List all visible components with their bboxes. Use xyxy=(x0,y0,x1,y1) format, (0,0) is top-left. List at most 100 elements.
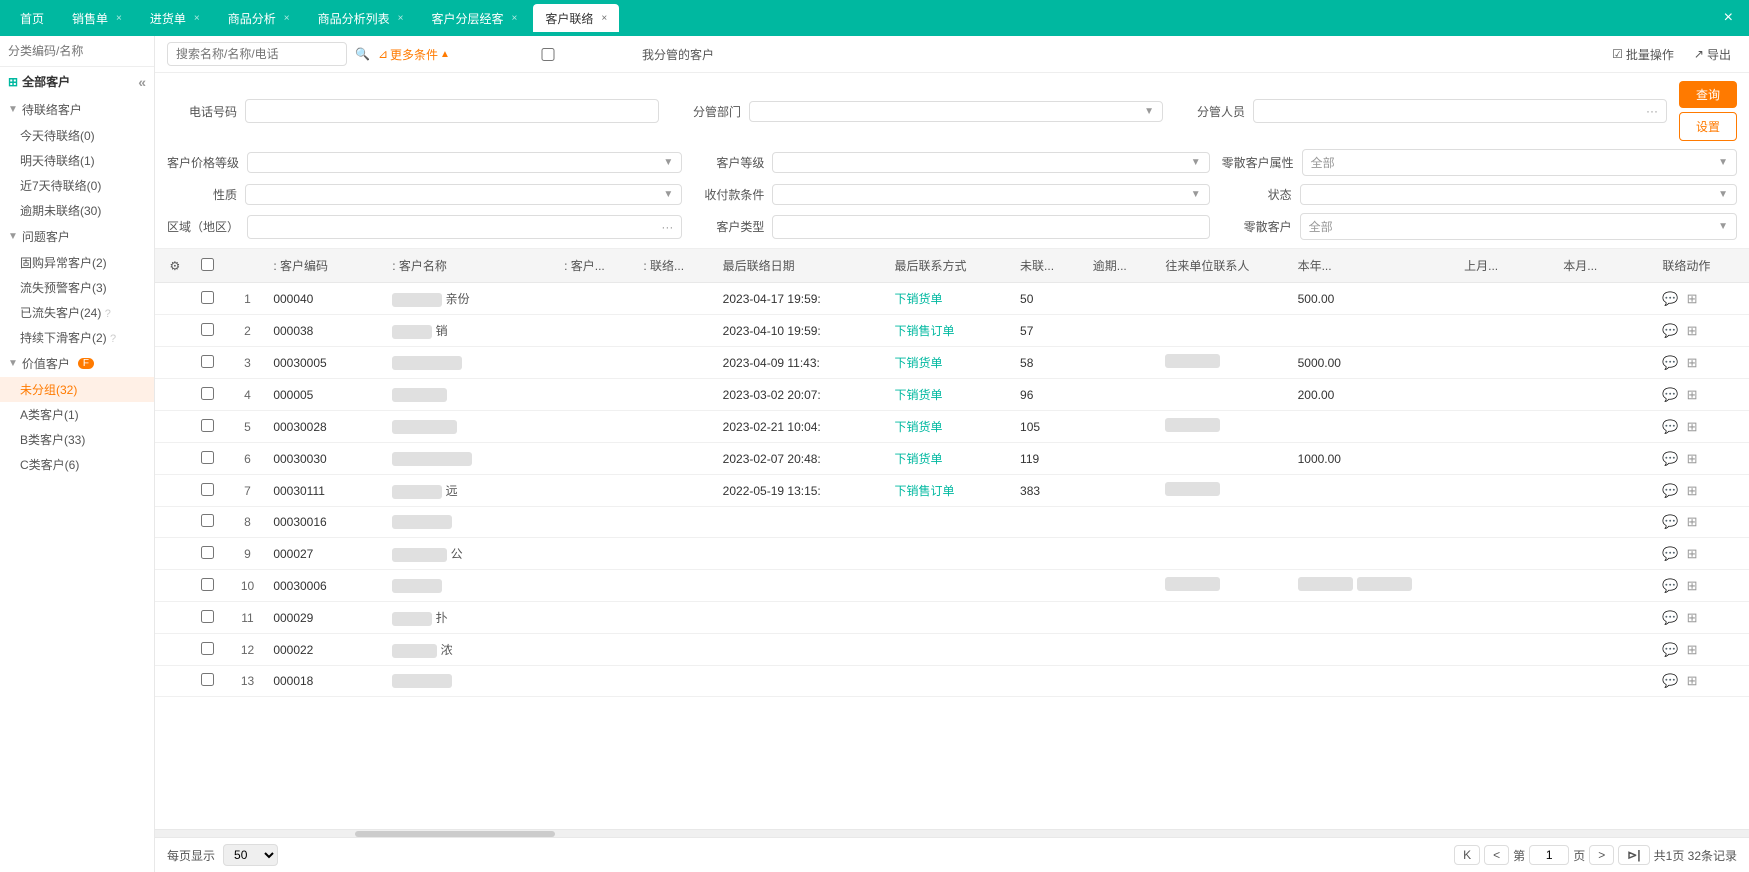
batch-operation-button[interactable]: ☑ 批量操作 xyxy=(1606,43,1680,66)
td-checkbox[interactable] xyxy=(195,570,228,602)
sidebar-item-tomorrow-pending[interactable]: 明天待联络(1) xyxy=(0,148,154,173)
grid-action-icon[interactable]: ⊞ xyxy=(1687,673,1698,689)
th-code[interactable]: : 客户编码 xyxy=(267,249,386,283)
row-checkbox[interactable] xyxy=(201,387,214,400)
chat-icon[interactable]: 💬 xyxy=(1662,451,1678,467)
row-checkbox[interactable] xyxy=(201,514,214,527)
td-last-contact-method[interactable]: 下销货单 xyxy=(888,379,1014,411)
grid-action-icon[interactable]: ⊞ xyxy=(1687,451,1698,467)
close-tab-product-analysis[interactable]: × xyxy=(284,13,290,24)
close-tab-purchase[interactable]: × xyxy=(194,13,200,24)
th-contact-person[interactable]: 往来单位联系人 xyxy=(1159,249,1291,283)
th-last-contact-method[interactable]: 最后联系方式 xyxy=(888,249,1014,283)
contact-method-link[interactable]: 下销售订单 xyxy=(894,324,954,338)
customer-grade-select[interactable]: ▼ xyxy=(772,152,1209,173)
contact-method-link[interactable]: 下销货单 xyxy=(894,292,942,306)
reset-button[interactable]: 设置 xyxy=(1679,112,1737,141)
grid-action-icon[interactable]: ⊞ xyxy=(1687,514,1698,530)
sidebar-item-today-pending[interactable]: 今天待联络(0) xyxy=(0,123,154,148)
td-checkbox[interactable] xyxy=(195,538,228,570)
grid-action-icon[interactable]: ⊞ xyxy=(1687,419,1698,435)
sidebar-group-value-customers[interactable]: ▼ 价值客户 F xyxy=(0,350,154,377)
td-last-contact-method[interactable]: 下销售订单 xyxy=(888,315,1014,347)
grid-action-icon[interactable]: ⊞ xyxy=(1687,546,1698,562)
row-checkbox[interactable] xyxy=(201,483,214,496)
retail-attr-select[interactable]: 全部 ▼ xyxy=(1302,149,1737,176)
nav-home[interactable]: 首页 xyxy=(8,10,56,27)
sidebar-item-class-a[interactable]: A类客户(1) xyxy=(0,402,154,427)
page-size-select[interactable]: 50 10 20 100 xyxy=(223,844,278,866)
last-page-button[interactable]: ⊳| xyxy=(1618,845,1649,865)
row-checkbox[interactable] xyxy=(201,578,214,591)
search-input[interactable] xyxy=(167,42,347,66)
sidebar-search-input[interactable] xyxy=(8,44,155,58)
th-category[interactable]: : 客户... xyxy=(558,249,637,283)
contact-method-link[interactable]: 下销货单 xyxy=(894,452,942,466)
td-checkbox[interactable] xyxy=(195,602,228,634)
td-checkbox[interactable] xyxy=(195,666,228,697)
sidebar-item-class-c[interactable]: C类客户(6) xyxy=(0,452,154,477)
row-checkbox[interactable] xyxy=(201,546,214,559)
grid-action-icon[interactable]: ⊞ xyxy=(1687,387,1698,403)
sidebar-group-problem-customers[interactable]: ▼ 问题客户 xyxy=(0,223,154,250)
tab-product-analysis[interactable]: 商品分析 × xyxy=(216,4,302,32)
td-checkbox[interactable] xyxy=(195,507,228,538)
sidebar-item-7days-pending[interactable]: 近7天待联络(0) xyxy=(0,173,154,198)
sidebar-item-class-b[interactable]: B类客户(33) xyxy=(0,427,154,452)
first-page-button[interactable]: K xyxy=(1454,845,1480,865)
close-tab-customer-contact[interactable]: × xyxy=(601,13,607,24)
tab-product-analysis-list[interactable]: 商品分析列表 × xyxy=(306,4,416,32)
td-checkbox[interactable] xyxy=(195,315,228,347)
prev-page-button[interactable]: < xyxy=(1484,845,1509,865)
tab-customer-segment[interactable]: 客户分层经客 × xyxy=(419,4,529,32)
grid-action-icon[interactable]: ⊞ xyxy=(1687,355,1698,371)
tab-purchase-order[interactable]: 进货单 × xyxy=(138,4,212,32)
td-checkbox[interactable] xyxy=(195,347,228,379)
row-checkbox[interactable] xyxy=(201,673,214,686)
export-button[interactable]: ↗ 导出 xyxy=(1688,43,1737,66)
grid-action-icon[interactable]: ⊞ xyxy=(1687,578,1698,594)
retail-customer-select[interactable]: 全部 ▼ xyxy=(1300,213,1737,240)
close-tab-sales[interactable]: × xyxy=(116,13,122,24)
payment-select[interactable]: ▼ xyxy=(772,184,1209,205)
my-customers-checkbox-wrap[interactable]: 我分管的客户 xyxy=(458,46,714,63)
next-page-button[interactable]: > xyxy=(1589,845,1614,865)
grid-action-icon[interactable]: ⊞ xyxy=(1687,323,1698,339)
th-last-month[interactable]: 上月... xyxy=(1458,249,1557,283)
td-last-contact-method[interactable]: 下销货单 xyxy=(888,443,1014,475)
th-overdue[interactable]: 逾期... xyxy=(1087,249,1160,283)
all-customers-header[interactable]: ⊞ 全部客户 « xyxy=(0,67,154,96)
nature-select[interactable]: ▼ xyxy=(245,184,682,205)
status-select[interactable]: ▼ xyxy=(1300,184,1737,205)
th-contact[interactable]: : 联络... xyxy=(637,249,716,283)
contact-method-link[interactable]: 下销货单 xyxy=(894,420,942,434)
td-last-contact-method[interactable]: 下销货单 xyxy=(888,283,1014,315)
td-checkbox[interactable] xyxy=(195,283,228,315)
phone-input[interactable] xyxy=(245,99,659,123)
th-name[interactable]: : 客户名称 xyxy=(386,249,558,283)
td-checkbox[interactable] xyxy=(195,379,228,411)
td-checkbox[interactable] xyxy=(195,411,228,443)
row-checkbox[interactable] xyxy=(201,323,214,336)
price-grade-select[interactable]: ▼ xyxy=(247,152,682,173)
row-checkbox[interactable] xyxy=(201,291,214,304)
tab-customer-contact[interactable]: 客户联络 × xyxy=(533,4,619,32)
th-settings[interactable]: ⚙ xyxy=(155,249,195,283)
contact-method-link[interactable]: 下销货单 xyxy=(894,388,942,402)
row-checkbox[interactable] xyxy=(201,451,214,464)
td-last-contact-method[interactable]: 下销货单 xyxy=(888,347,1014,379)
manager-dots-input[interactable]: ··· xyxy=(1253,99,1667,123)
row-checkbox[interactable] xyxy=(201,355,214,368)
my-customers-checkbox[interactable] xyxy=(458,48,638,61)
customer-type-input[interactable] xyxy=(772,215,1209,239)
chat-icon[interactable]: 💬 xyxy=(1662,323,1678,339)
close-tab-product-analysis-list[interactable]: × xyxy=(398,13,404,24)
th-checkbox[interactable] xyxy=(195,249,228,283)
row-checkbox[interactable] xyxy=(201,642,214,655)
tab-sales-order[interactable]: 销售单 × xyxy=(60,4,134,32)
td-last-contact-method[interactable]: 下销售订单 xyxy=(888,475,1014,507)
more-conditions-link[interactable]: ⊿ 更多条件 ▲ xyxy=(378,46,450,63)
chat-icon[interactable]: 💬 xyxy=(1662,578,1678,594)
search-icon-filter[interactable]: 🔍 xyxy=(355,47,370,61)
sidebar-item-overdue-contact[interactable]: 逾期未联络(30) xyxy=(0,198,154,223)
